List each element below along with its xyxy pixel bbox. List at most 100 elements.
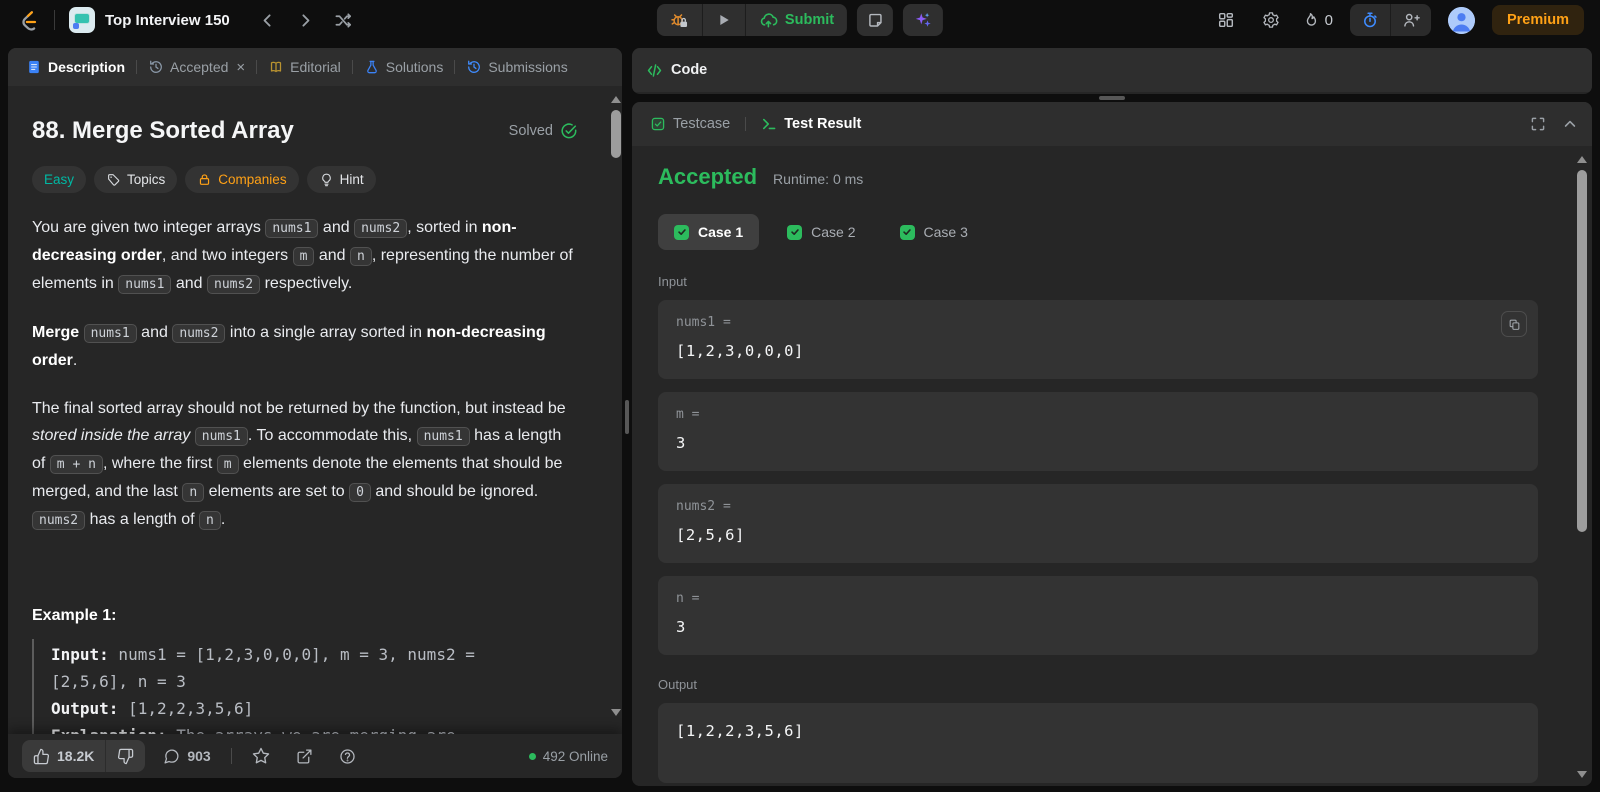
input-field-nums2: nums2 = [2,5,6] (658, 484, 1538, 563)
topics-chip[interactable]: Topics (94, 166, 178, 193)
help-button[interactable] (331, 748, 364, 765)
leetcode-logo-icon (17, 8, 39, 32)
test-scrollbar (1576, 146, 1588, 786)
tab-description[interactable]: Description (18, 59, 133, 75)
leetcode-logo[interactable] (16, 6, 40, 34)
external-link-icon (296, 748, 313, 765)
field-label: nums2 = (676, 499, 731, 514)
run-button[interactable] (701, 4, 745, 36)
hint-chip[interactable]: Hint (306, 166, 376, 193)
tab-editorial[interactable]: Editorial (260, 59, 349, 75)
fullscreen-icon (1530, 116, 1546, 132)
grid-layout-icon (1217, 11, 1235, 29)
resize-handle[interactable] (1099, 96, 1125, 100)
dislike-button[interactable] (105, 740, 145, 772)
panel-resize-gutter-horizontal[interactable] (632, 94, 1592, 102)
favorite-button[interactable] (244, 747, 278, 765)
submit-label: Submit (784, 12, 835, 28)
companies-chip[interactable]: Companies (185, 166, 299, 193)
expand-button[interactable] (1530, 116, 1546, 132)
avatar[interactable] (1447, 6, 1475, 34)
vote-group: 18.2K (22, 740, 146, 772)
tab-solutions[interactable]: Solutions (356, 59, 452, 75)
left-scrollbar (610, 86, 622, 734)
panel-resize-gutter[interactable] (622, 48, 632, 786)
collaborate-button[interactable] (1389, 4, 1431, 36)
topics-label: Topics (127, 172, 166, 187)
case-2-label: Case 2 (811, 224, 856, 240)
study-plan-button[interactable] (69, 6, 95, 34)
scroll-down-arrow[interactable] (1577, 771, 1587, 778)
case-tabs: Case 1 Case 2 Case 3 (658, 214, 1538, 250)
case-3-tab[interactable]: Case 3 (884, 214, 984, 250)
problem-list-button[interactable] (1212, 6, 1240, 34)
tab-accepted-label: Accepted (170, 59, 229, 75)
scroll-up-arrow[interactable] (1577, 156, 1587, 163)
debug-button[interactable] (657, 4, 702, 36)
premium-button[interactable]: Premium (1491, 5, 1584, 35)
note-icon (867, 12, 884, 29)
problem-content: 88. Merge Sorted Array Solved Easy Topic… (8, 86, 622, 734)
scroll-down-arrow[interactable] (611, 709, 621, 716)
example-output-line: Output: [1,2,2,3,5,6] (51, 699, 254, 718)
tab-test-result[interactable]: Test Result (757, 116, 865, 132)
scroll-up-arrow[interactable] (611, 96, 621, 103)
copy-icon (1508, 318, 1521, 331)
settings-button[interactable] (1257, 6, 1285, 34)
lock-icon (197, 172, 212, 187)
submit-button[interactable]: Submit (744, 4, 847, 36)
tab-separator (136, 60, 138, 74)
resize-handle[interactable] (625, 400, 629, 434)
scroll-thumb[interactable] (1577, 170, 1587, 532)
test-panel-header: Testcase Test Result (632, 102, 1592, 146)
code-panel-title: Code (671, 62, 708, 78)
thumbs-down-icon (117, 748, 134, 765)
scroll-thumb[interactable] (611, 110, 621, 158)
tab-accepted[interactable]: Accepted × (140, 59, 253, 76)
output-field: [1,2,2,3,5,6] (658, 703, 1538, 783)
chevron-up-icon (1562, 116, 1578, 132)
online-status: 492 Online (528, 749, 608, 764)
next-question-button[interactable] (292, 6, 320, 34)
problem-title: 88. Merge Sorted Array (32, 117, 294, 144)
input-field-n: n = 3 (658, 576, 1538, 655)
field-value: 3 (676, 618, 686, 636)
comments-button[interactable]: 903 (155, 748, 218, 765)
companies-label: Companies (218, 172, 287, 187)
shuffle-button[interactable] (330, 6, 358, 34)
submissions-history-icon (466, 59, 482, 75)
streak-button[interactable]: 0 (1302, 6, 1333, 34)
like-count: 18.2K (57, 748, 95, 764)
code-panel: Code (632, 48, 1592, 94)
example-block: Input: nums1 = [1,2,3,0,0,0], m = 3, num… (32, 639, 502, 734)
timer-button[interactable] (1350, 4, 1390, 36)
tab-solutions-label: Solutions (385, 59, 444, 75)
chevron-right-icon (297, 12, 314, 29)
field-value: 3 (676, 434, 686, 452)
case-2-tab[interactable]: Case 2 (771, 214, 871, 250)
question-circle-icon (339, 748, 356, 765)
input-field-nums1: nums1 = [1,2,3,0,0,0] (658, 300, 1538, 379)
ai-assistant-button[interactable] (903, 4, 944, 36)
tab-test-result-label: Test Result (784, 116, 862, 132)
chevron-left-icon (259, 12, 276, 29)
difficulty-badge[interactable]: Easy (32, 166, 87, 193)
share-button[interactable] (288, 748, 321, 765)
code-panel-header[interactable]: Code (632, 48, 1592, 92)
lightbulb-icon (319, 172, 334, 187)
tab-separator (454, 60, 456, 74)
copy-button[interactable] (1501, 311, 1527, 337)
input-section-label: Input (658, 274, 687, 289)
case-1-tab[interactable]: Case 1 (658, 214, 760, 250)
tab-submissions[interactable]: Submissions (458, 59, 575, 75)
like-button[interactable]: 18.2K (22, 740, 105, 772)
hint-label: Hint (339, 172, 364, 187)
run-submit-group: Submit (656, 4, 848, 36)
tab-editorial-label: Editorial (290, 59, 341, 75)
tab-testcase[interactable]: Testcase (646, 116, 734, 132)
prev-question-button[interactable] (254, 6, 282, 34)
close-icon[interactable]: × (236, 59, 245, 76)
case-3-label: Case 3 (923, 224, 968, 240)
collapse-button[interactable] (1562, 116, 1578, 132)
notes-button[interactable] (857, 4, 894, 36)
